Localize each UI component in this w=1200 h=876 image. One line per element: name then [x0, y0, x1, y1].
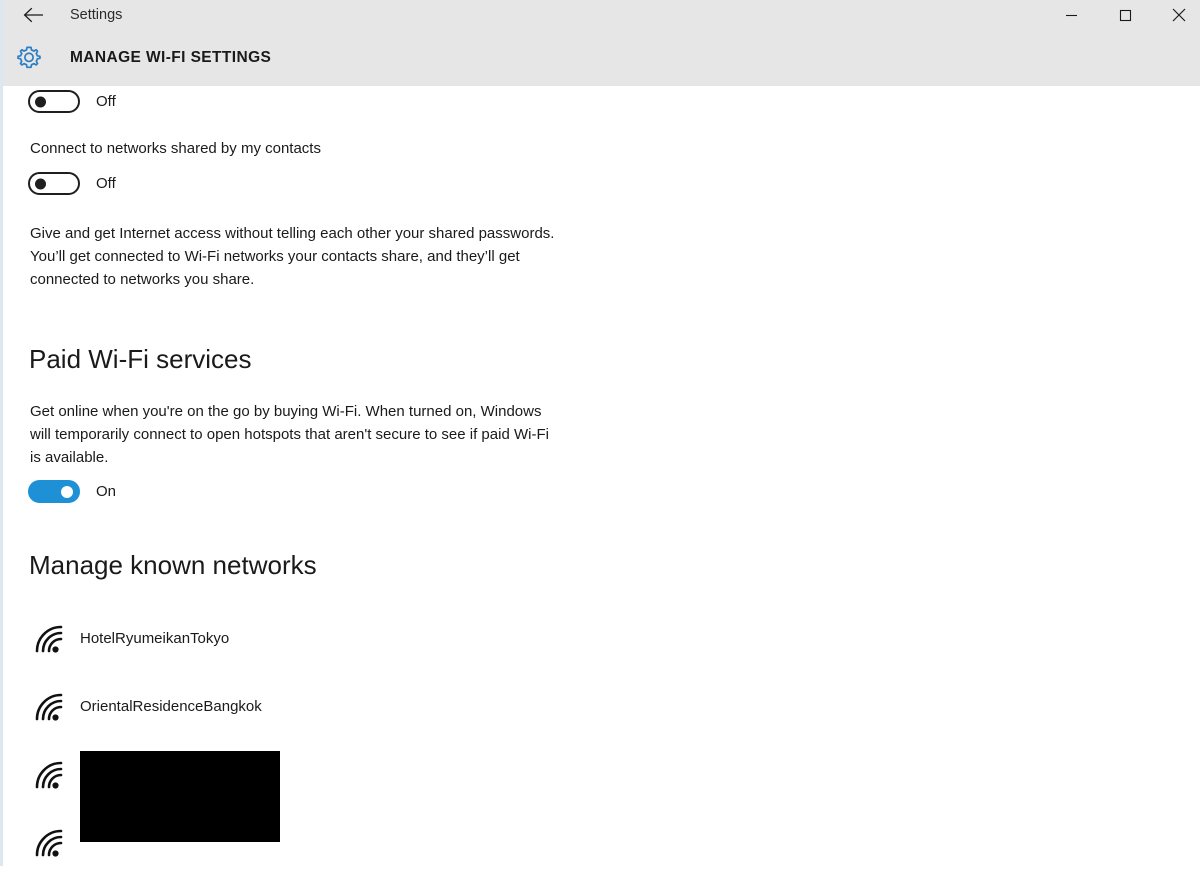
network-name: HotelRyumeikanTokyo	[80, 629, 230, 647]
paid-wifi-toggle-row[interactable]: On	[28, 480, 116, 503]
contacts-setting-state: Off	[96, 175, 116, 192]
gear-icon	[14, 43, 44, 73]
wifi-icon	[30, 686, 70, 726]
app-title: Settings	[70, 7, 123, 23]
back-arrow-icon	[23, 7, 45, 23]
wifi-icon	[30, 754, 70, 794]
settings-content: Off Connect to networks shared by my con…	[0, 86, 1200, 866]
maximize-icon	[1119, 9, 1132, 22]
wifi-icon	[30, 618, 70, 658]
contacts-setting-description: Give and get Internet access without tel…	[30, 225, 555, 288]
paid-wifi-description: Get online when you're on the go by buyi…	[30, 403, 549, 466]
known-networks-heading: Manage known networks	[29, 550, 317, 580]
top-setting-toggle-row[interactable]: Off	[28, 90, 116, 113]
window-left-edge	[0, 0, 3, 866]
back-button[interactable]	[12, 0, 56, 30]
close-icon	[1172, 8, 1186, 22]
paid-wifi-state: On	[96, 483, 117, 500]
list-item[interactable]: HotelRyumeikanTokyo	[0, 604, 600, 672]
network-name: OrientalResidenceBangkok	[80, 697, 262, 715]
contacts-setting-toggle[interactable]	[28, 172, 80, 195]
toggle-knob	[35, 178, 46, 189]
contacts-setting-toggle-row[interactable]: Off	[28, 172, 116, 195]
minimize-button[interactable]	[1048, 0, 1094, 30]
paid-wifi-heading: Paid Wi-Fi services	[29, 344, 252, 374]
paid-wifi-toggle[interactable]	[28, 480, 80, 503]
page-title: MANAGE WI-FI SETTINGS	[70, 49, 272, 66]
maximize-button[interactable]	[1102, 0, 1148, 30]
wifi-icon	[30, 822, 70, 862]
minimize-icon	[1065, 9, 1078, 22]
close-button[interactable]	[1156, 0, 1200, 30]
list-item[interactable]: OrientalResidenceBangkok	[0, 672, 600, 740]
toggle-knob	[35, 96, 46, 107]
toggle-knob	[61, 485, 73, 498]
page-header: MANAGE WI-FI SETTINGS	[0, 30, 1200, 86]
redaction-block	[80, 751, 280, 842]
title-bar: Settings	[0, 0, 1200, 30]
top-setting-toggle[interactable]	[28, 90, 80, 113]
top-setting-state: Off	[96, 93, 116, 110]
contacts-setting-label: Connect to networks shared by my contact…	[30, 140, 321, 157]
